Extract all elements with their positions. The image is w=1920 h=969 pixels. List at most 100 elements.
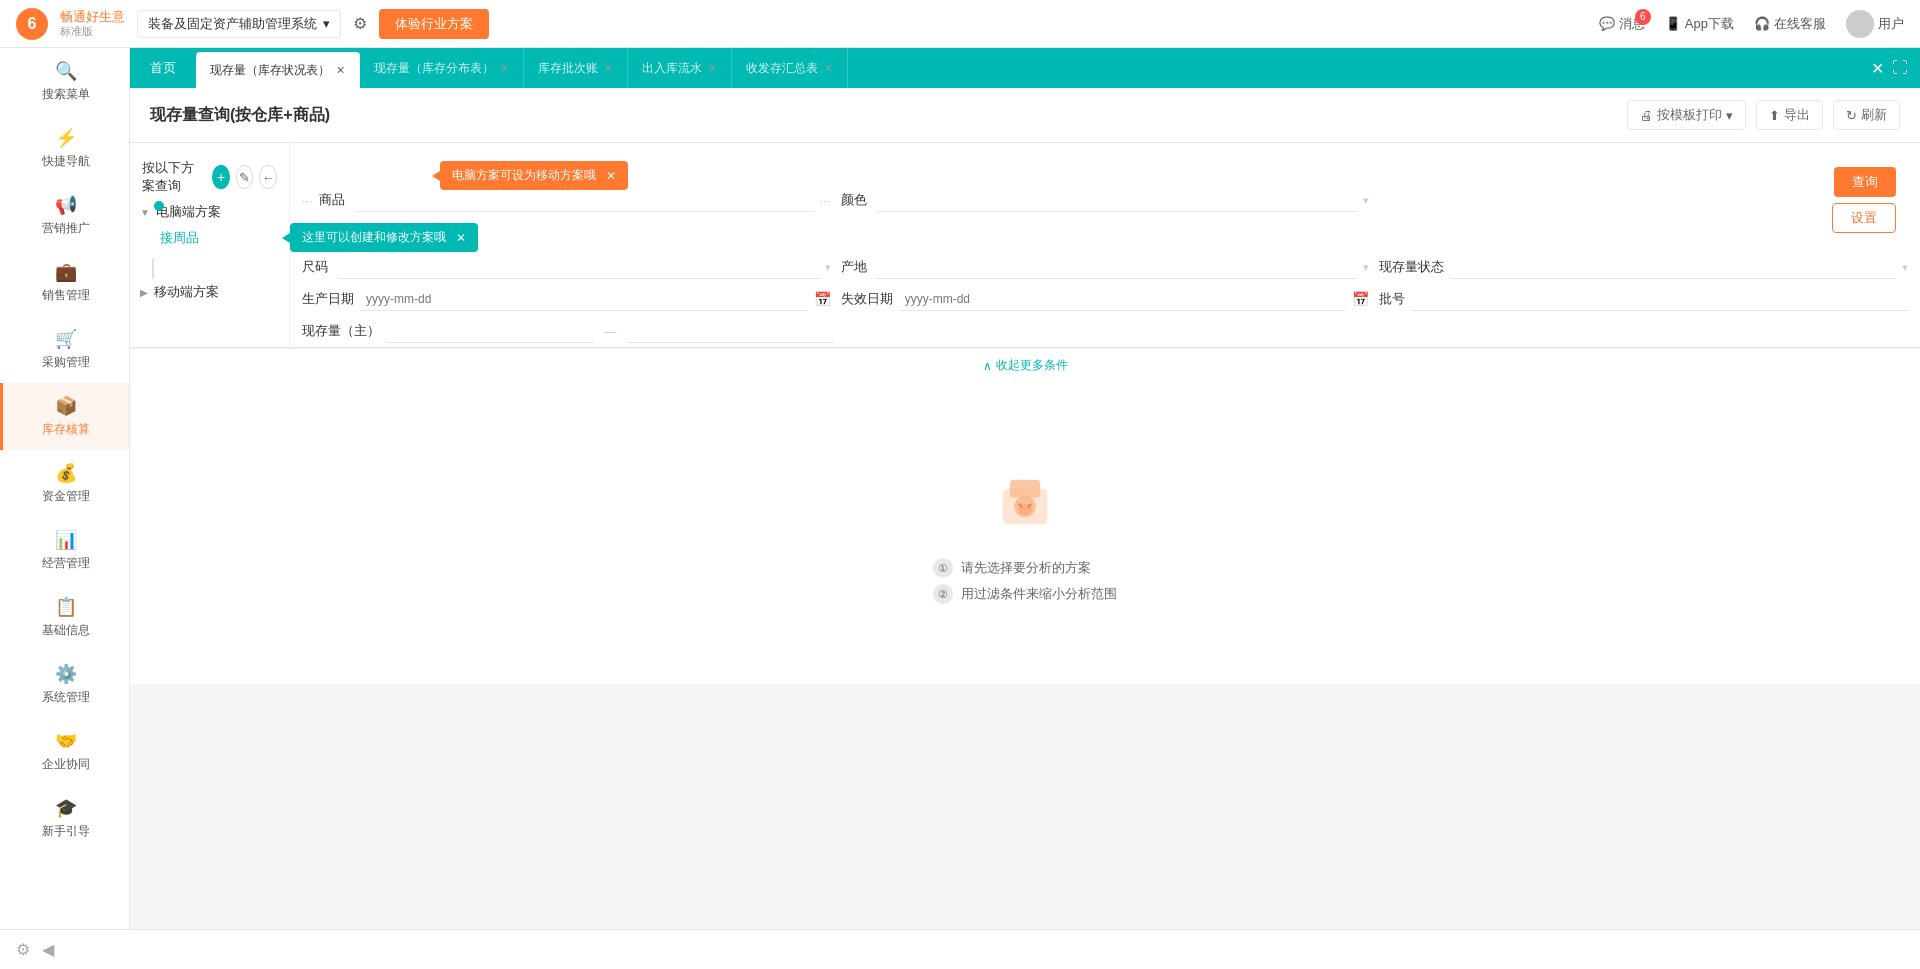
search-col: 查询 设置 — [1379, 155, 1908, 245]
brand-name: 畅通好生意 标准版 — [60, 9, 125, 38]
close-tab-1[interactable]: ✕ — [336, 64, 345, 77]
calendar-icon-produce[interactable]: 📅 — [814, 291, 831, 307]
empty-step-1: ① 请先选择要分析的方案 — [933, 558, 1117, 578]
chevron-down-icon: ▾ — [1726, 108, 1733, 123]
search-button[interactable]: 查询 — [1834, 167, 1896, 197]
size-arrow[interactable]: ▾ — [825, 261, 831, 274]
print-btn[interactable]: 🖨 按模板打印 ▾ — [1627, 100, 1746, 130]
system-selector[interactable]: 装备及固定资产辅助管理系统 ▾ — [137, 10, 341, 38]
origin-input[interactable] — [877, 255, 1358, 279]
mobile-scheme-item[interactable]: ▶ 移动端方案 — [140, 279, 289, 305]
sidebar-item-basic[interactable]: 📋 基础信息 — [0, 584, 129, 651]
collapse-bar[interactable]: ∧ 收起更多条件 — [130, 348, 1920, 382]
stock-main-input2[interactable] — [627, 319, 835, 343]
sidebar-item-guide[interactable]: 🎓 新手引导 — [0, 785, 129, 852]
goods-input[interactable] — [355, 188, 814, 212]
settings-bottom-icon[interactable]: ⚙ — [16, 940, 30, 959]
tooltip-create: 这里可以创建和修改方案哦 ✕ — [290, 223, 478, 252]
color-arrow[interactable]: ▾ — [1363, 194, 1369, 207]
scheme-tree: ▼ 电脑端方案 接周品 — [130, 199, 289, 305]
topbar: 6 畅通好生意 标准版 装备及固定资产辅助管理系统 ▾ ⚙ 体验行业方案 💬 消… — [0, 0, 1920, 48]
batch-filter: 批号 — [1379, 287, 1908, 311]
sidebar-item-management[interactable]: 📊 经营管理 — [0, 517, 129, 584]
close-tooltip-create[interactable]: ✕ — [456, 231, 466, 245]
settings-icon[interactable]: ⚙ — [353, 14, 367, 33]
sidebar-item-marketing[interactable]: 📢 营销推广 — [0, 182, 129, 249]
online-support-btn[interactable]: 🎧 在线客服 — [1754, 15, 1826, 33]
step-num-2: ② — [933, 584, 953, 604]
sidebar-item-inventory[interactable]: 📦 库存核算 — [0, 383, 129, 450]
sidebar: 🔍 搜索菜单 ⚡ 快捷导航 📢 营销推广 💼 销售管理 🛒 采购管理 📦 库存核… — [0, 48, 130, 929]
origin-filter: 产地 ▾ — [841, 255, 1370, 279]
topbar-left: 6 畅通好生意 标准版 装备及固定资产辅助管理系统 ▾ ⚙ 体验行业方案 — [16, 8, 489, 40]
collapse-bottom-icon[interactable]: ◀ — [42, 940, 54, 959]
trial-btn[interactable]: 体验行业方案 — [379, 9, 489, 39]
goods-filter: ··· 商品 ··· — [302, 188, 831, 212]
size-input[interactable] — [338, 255, 819, 279]
user-menu[interactable]: 用户 — [1846, 10, 1904, 38]
tab-flow[interactable]: 出入库流水 ✕ — [628, 48, 732, 88]
stock-status-arrow[interactable]: ▾ — [1902, 261, 1908, 274]
sidebar-item-search[interactable]: 🔍 搜索菜单 — [0, 48, 129, 115]
produce-date-input[interactable] — [360, 288, 808, 311]
export-btn[interactable]: ⬆ 导出 — [1756, 100, 1823, 130]
add-scheme-btn[interactable]: + — [212, 165, 230, 189]
tab-home[interactable]: 首页 — [130, 48, 196, 88]
filter-container: 按以下方案查询 + ✎ ← ▼ — [130, 143, 1920, 382]
close-tooltip-scheme[interactable]: ✕ — [606, 169, 616, 183]
color-input[interactable] — [877, 188, 1358, 212]
close-tab-5[interactable]: ✕ — [824, 62, 833, 75]
topbar-right: 💬 消息 6 📱 App下载 🎧 在线客服 用户 — [1599, 10, 1904, 38]
phone-icon: 📱 — [1665, 16, 1681, 31]
stock-status-input[interactable] — [1450, 255, 1896, 279]
sidebar-item-system[interactable]: ⚙️ 系统管理 — [0, 651, 129, 718]
svg-rect-1 — [1010, 480, 1040, 498]
expand-arrow: ▼ — [140, 207, 150, 218]
close-tab-4[interactable]: ✕ — [708, 62, 717, 75]
origin-arrow[interactable]: ▾ — [1363, 261, 1369, 274]
close-all-icon[interactable]: ✕ — [1871, 59, 1884, 78]
bell-icon: 💬 — [1599, 16, 1615, 31]
briefcase-icon: 💼 — [55, 261, 77, 283]
desktop-child-item[interactable]: 接周品 — [160, 225, 289, 251]
main-layout: 🔍 搜索菜单 ⚡ 快捷导航 📢 营销推广 💼 销售管理 🛒 采购管理 📦 库存核… — [0, 48, 1920, 929]
maximize-icon[interactable]: ⛶ — [1892, 59, 1908, 77]
refresh-btn[interactable]: ↻ 刷新 — [1833, 100, 1900, 130]
sidebar-item-finance[interactable]: 💰 资金管理 — [0, 450, 129, 517]
flash-icon: ⚡ — [55, 127, 77, 149]
headset-icon: 🎧 — [1754, 16, 1770, 31]
page-inner: 现存量查询(按仓库+商品) 🖨 按模板打印 ▾ ⬆ 导出 ↻ — [130, 88, 1920, 684]
sidebar-item-sales[interactable]: 💼 销售管理 — [0, 249, 129, 316]
edit-scheme-btn[interactable]: ✎ — [236, 165, 254, 189]
sidebar-item-quicknav[interactable]: ⚡ 快捷导航 — [0, 115, 129, 182]
tabbar-end: ✕ ⛶ — [1859, 48, 1920, 88]
tab-batch[interactable]: 库存批次账 ✕ — [524, 48, 628, 88]
close-tab-3[interactable]: ✕ — [604, 62, 613, 75]
app-download-btn[interactable]: 📱 App下载 — [1665, 15, 1734, 33]
app-logo: 6 — [16, 8, 48, 40]
reset-button[interactable]: 设置 — [1832, 203, 1896, 233]
calendar-icon-expire[interactable]: 📅 — [1352, 291, 1369, 307]
close-tab-2[interactable]: ✕ — [500, 62, 509, 75]
back-scheme-btn[interactable]: ← — [259, 165, 277, 189]
notification-btn[interactable]: 💬 消息 6 — [1599, 15, 1645, 33]
batch-input[interactable] — [1411, 287, 1908, 311]
expire-date-input[interactable] — [899, 288, 1347, 311]
tooltip-scheme: 电脑方案可设为移动方案哦 ✕ — [440, 161, 628, 190]
cart-icon: 🛒 — [55, 328, 77, 350]
empty-steps: ① 请先选择要分析的方案 ② 用过滤条件来缩小分析范围 — [933, 558, 1117, 604]
stock-status-filter: 现存量状态 ▾ — [1379, 255, 1908, 279]
expire-date-filter: 失效日期 📅 — [841, 288, 1370, 311]
tab-inventory-status[interactable]: 现存量（库存状况表） ✕ — [196, 52, 360, 88]
stock-main-filter: 现存量（主） — — [302, 319, 834, 343]
tab-summary[interactable]: 收发存汇总表 ✕ — [732, 48, 848, 88]
sidebar-item-collab[interactable]: 🤝 企业协同 — [0, 718, 129, 785]
sidebar-item-purchase[interactable]: 🛒 采购管理 — [0, 316, 129, 383]
stock-main-input[interactable] — [386, 319, 594, 343]
page-actions: 🖨 按模板打印 ▾ ⬆ 导出 ↻ 刷新 — [1627, 100, 1900, 130]
list-icon: 📋 — [55, 596, 77, 618]
tab-inventory-dist[interactable]: 现存量（库存分布表） ✕ — [360, 48, 524, 88]
empty-step-2: ② 用过滤条件来缩小分析范围 — [933, 584, 1117, 604]
step-num-1: ① — [933, 558, 953, 578]
printer-icon: 🖨 — [1640, 108, 1653, 123]
